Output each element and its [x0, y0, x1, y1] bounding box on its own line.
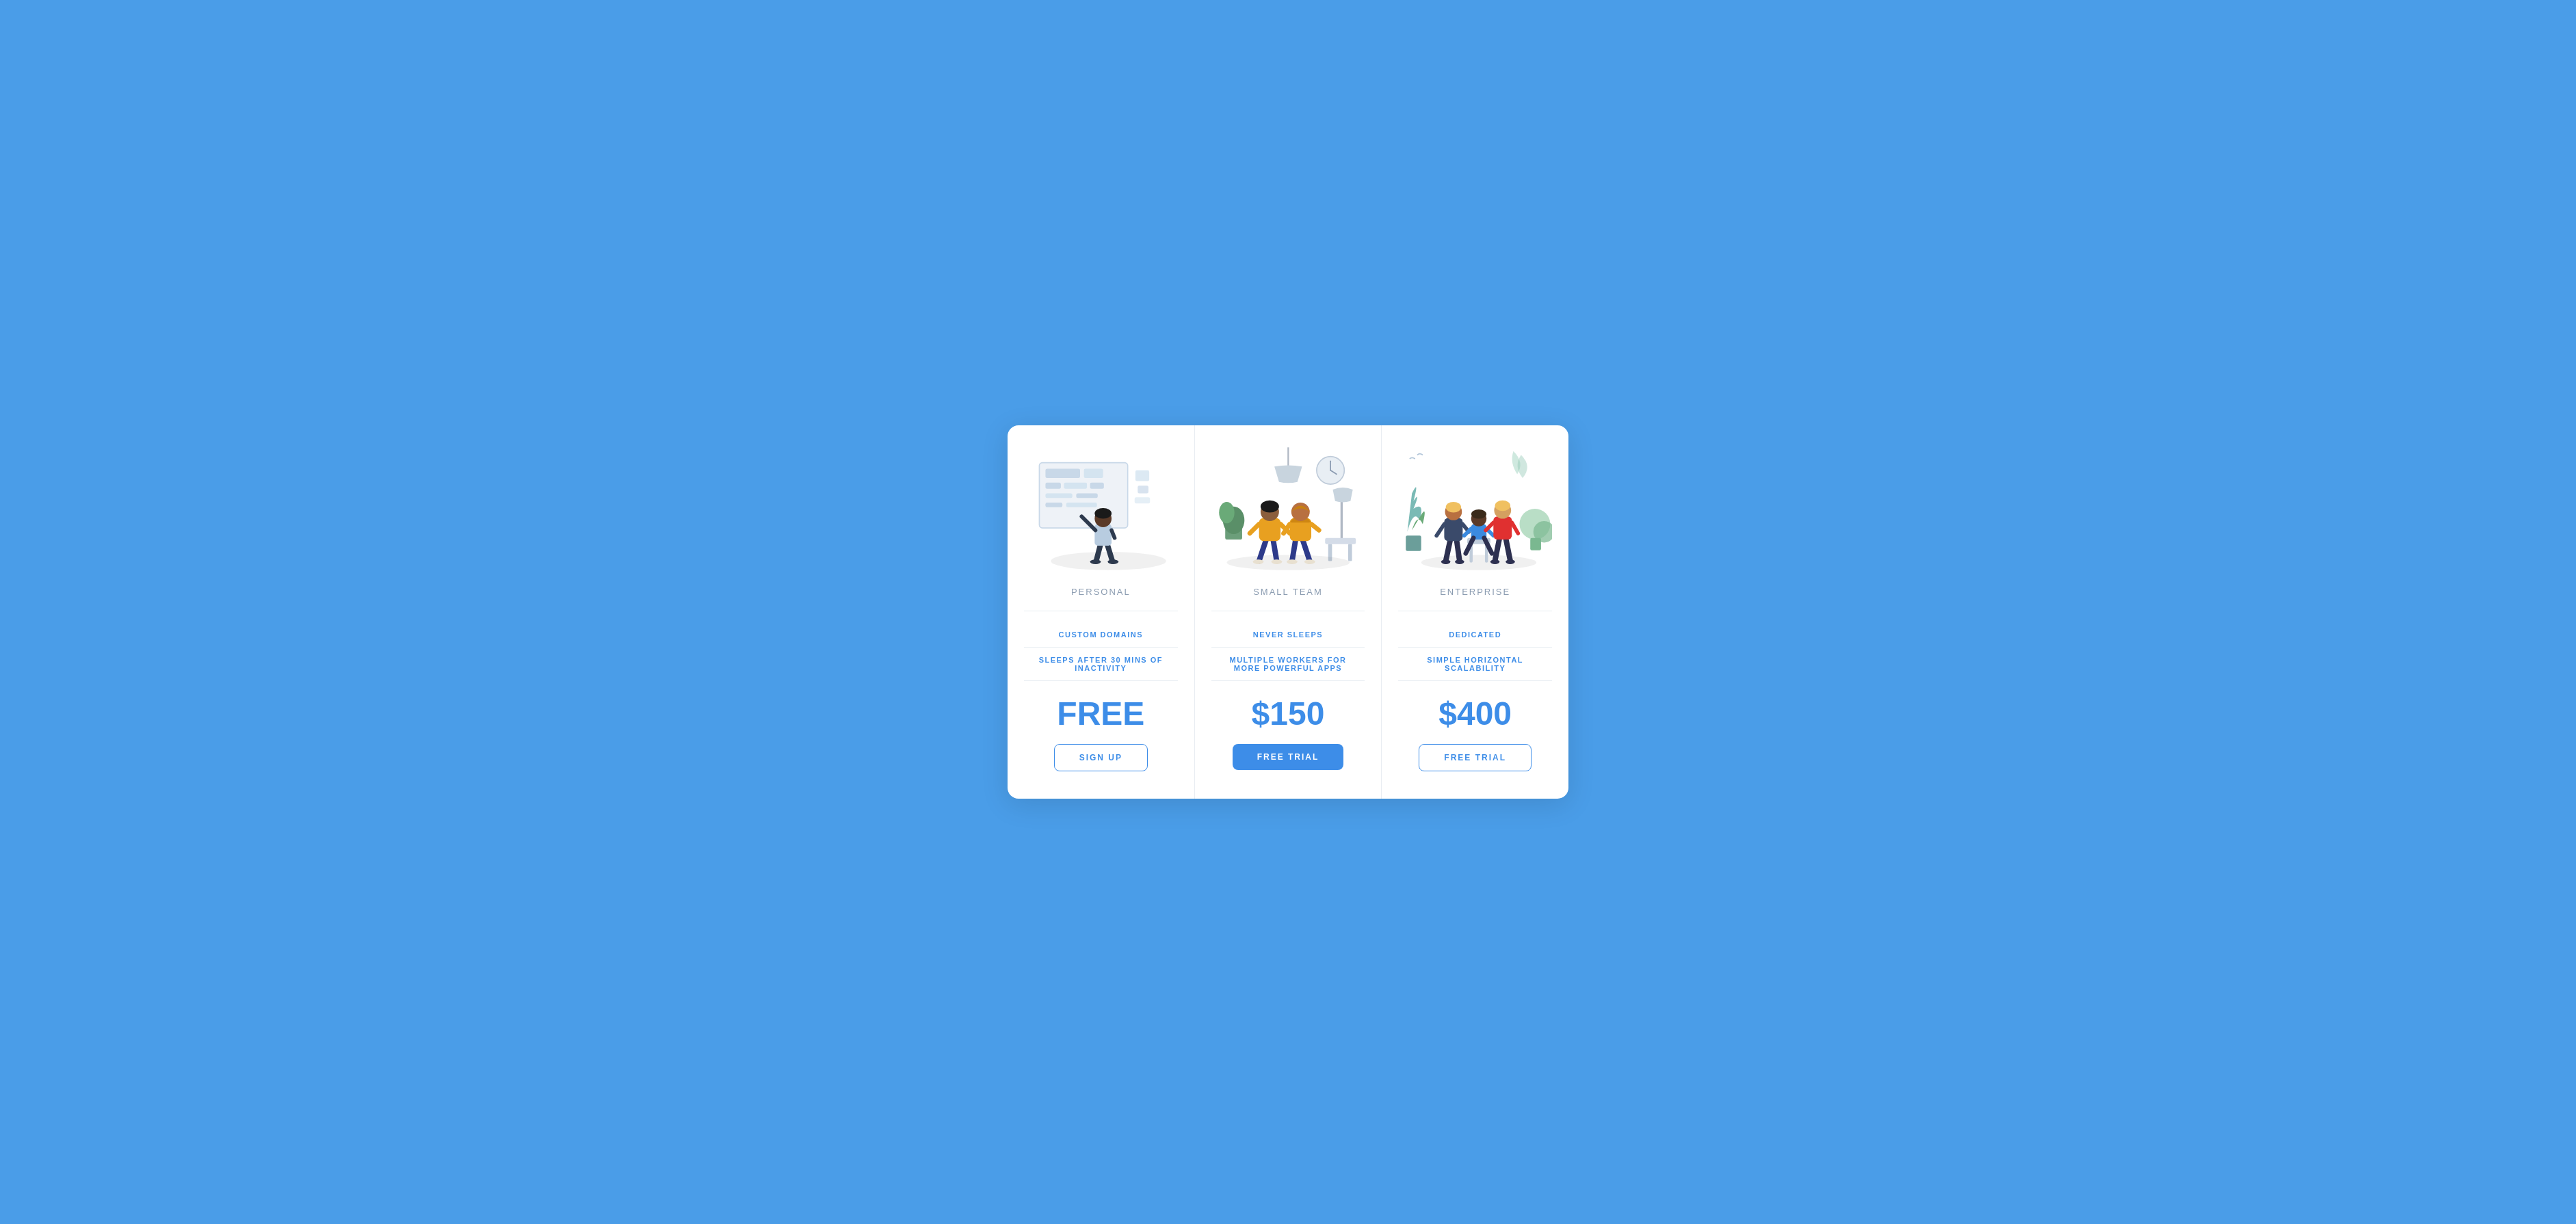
plan-name-enterprise: ENTERPRISE: [1440, 587, 1510, 597]
feature-personal-1: SLEEPS AFTER 30 MINS OF INACTIVITY: [1024, 648, 1178, 681]
free-trial-button-enterprise[interactable]: FREE TRIAL: [1419, 744, 1532, 771]
plan-small-team: SMALL TEAM NEVER SLEEPS MULTIPLE WORKERS…: [1195, 425, 1382, 799]
feature-enterprise-1: SIMPLE HORIZONTAL SCALABILITY: [1398, 648, 1552, 681]
svg-rect-9: [1045, 503, 1062, 507]
svg-point-22: [1094, 508, 1112, 519]
price-small-team: $150: [1252, 697, 1325, 730]
svg-point-78: [1490, 559, 1499, 564]
svg-rect-31: [1325, 538, 1356, 544]
svg-rect-12: [1138, 485, 1148, 493]
svg-point-43: [1261, 501, 1279, 513]
plan-name-small-team: SMALL TEAM: [1253, 587, 1323, 597]
svg-line-40: [1250, 524, 1259, 533]
svg-line-20: [1112, 530, 1114, 537]
feature-list-small-team: NEVER SLEEPS MULTIPLE WORKERS FOR MORE P…: [1211, 622, 1365, 681]
signup-button[interactable]: SIGN UP: [1054, 744, 1148, 771]
svg-point-30: [1219, 502, 1234, 523]
illustration-enterprise: [1398, 447, 1552, 570]
svg-rect-61: [1445, 518, 1463, 541]
svg-point-60: [1455, 559, 1464, 564]
svg-rect-39: [1259, 518, 1280, 541]
svg-rect-18: [1094, 524, 1112, 545]
svg-line-50: [1311, 524, 1319, 530]
svg-point-37: [1252, 559, 1263, 564]
svg-point-38: [1271, 559, 1282, 564]
feature-enterprise-0: DEDICATED: [1398, 622, 1552, 648]
svg-rect-13: [1135, 497, 1150, 503]
svg-point-47: [1304, 559, 1315, 564]
svg-point-65: [1446, 502, 1461, 513]
feature-team-1: MULTIPLE WORKERS FOR MORE POWERFUL APPS: [1211, 648, 1365, 681]
svg-rect-2: [1045, 469, 1080, 478]
price-label-personal: FREE: [1057, 697, 1144, 730]
svg-line-36: [1273, 538, 1277, 561]
svg-rect-7: [1045, 494, 1072, 498]
svg-line-62: [1437, 524, 1445, 535]
svg-point-51: [1291, 503, 1310, 521]
svg-point-16: [1090, 559, 1101, 564]
feature-team-0: NEVER SLEEPS: [1211, 622, 1365, 648]
svg-rect-11: [1135, 470, 1149, 481]
svg-point-56: [1421, 555, 1537, 570]
svg-rect-33: [1348, 544, 1352, 561]
svg-rect-80: [1494, 516, 1512, 540]
svg-rect-52: [1406, 535, 1421, 550]
svg-rect-4: [1045, 483, 1060, 489]
svg-line-82: [1512, 522, 1519, 533]
svg-line-81: [1486, 522, 1493, 530]
price-label-small-team: $150: [1252, 697, 1325, 730]
svg-rect-6: [1090, 483, 1104, 489]
svg-point-84: [1495, 501, 1510, 511]
svg-point-46: [1287, 559, 1298, 564]
illustration-small-team: [1211, 447, 1365, 570]
svg-point-17: [1107, 559, 1118, 564]
plan-name-personal: PERSONAL: [1071, 587, 1131, 597]
svg-rect-5: [1064, 483, 1087, 489]
plan-personal: PERSONAL CUSTOM DOMAINS SLEEPS AFTER 30 …: [1008, 425, 1195, 799]
plan-enterprise: ENTERPRISE DEDICATED SIMPLE HORIZONTAL S…: [1382, 425, 1568, 799]
svg-rect-55: [1531, 538, 1542, 550]
svg-rect-10: [1066, 503, 1097, 507]
price-enterprise: $400: [1438, 697, 1512, 730]
svg-rect-3: [1084, 469, 1103, 478]
svg-point-59: [1441, 559, 1450, 564]
svg-line-58: [1457, 540, 1460, 561]
pricing-card: PERSONAL CUSTOM DOMAINS SLEEPS AFTER 30 …: [1008, 425, 1568, 799]
svg-rect-8: [1076, 494, 1097, 498]
svg-point-75: [1471, 509, 1486, 518]
price-label-enterprise: $400: [1438, 697, 1512, 730]
svg-point-79: [1506, 559, 1515, 564]
feature-list-personal: CUSTOM DOMAINS SLEEPS AFTER 30 MINS OF I…: [1024, 622, 1178, 681]
feature-list-enterprise: DEDICATED SIMPLE HORIZONTAL SCALABILITY: [1398, 622, 1552, 681]
feature-personal-0: CUSTOM DOMAINS: [1024, 622, 1178, 648]
price-personal: FREE: [1057, 697, 1144, 730]
free-trial-button-team[interactable]: FREE TRIAL: [1233, 744, 1344, 770]
svg-line-44: [1292, 538, 1296, 561]
illustration-personal: [1024, 447, 1178, 570]
